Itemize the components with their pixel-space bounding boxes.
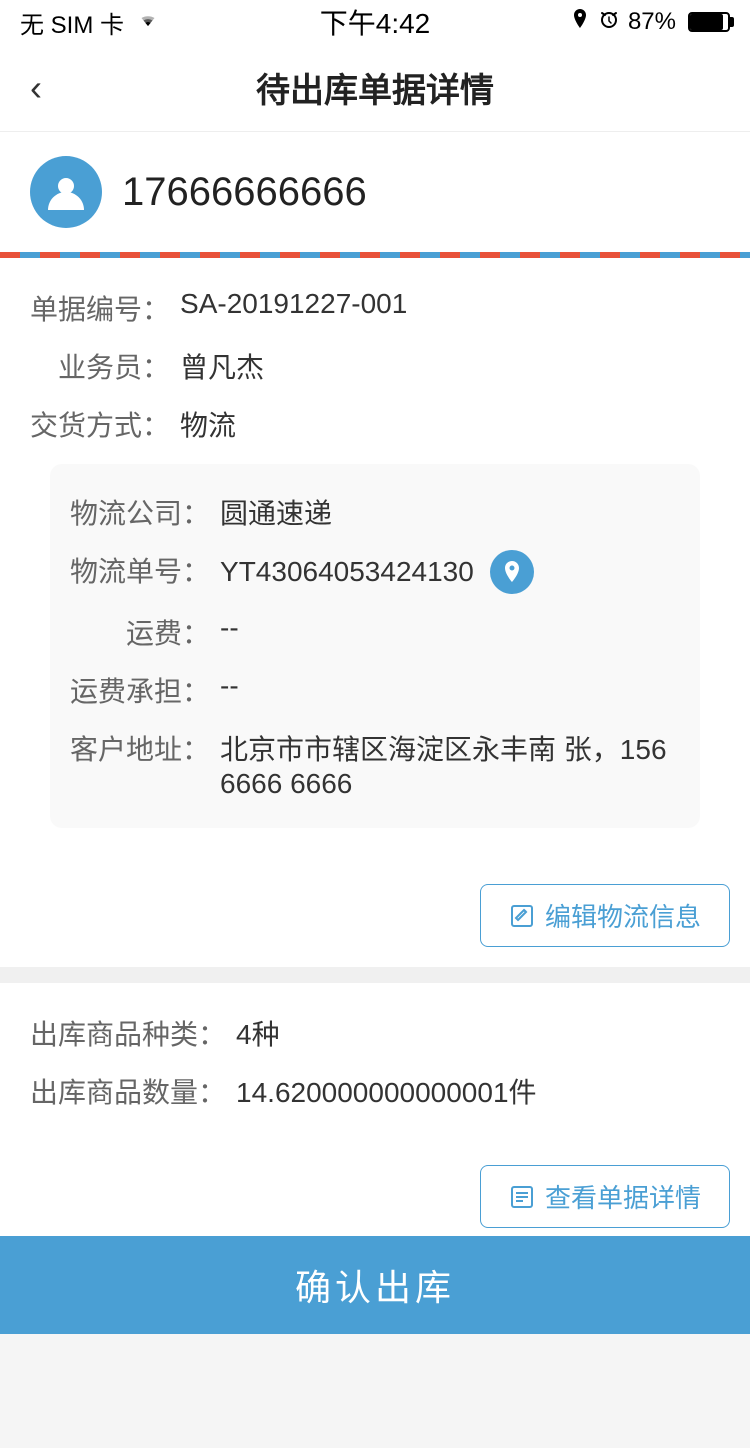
doc-number-row: 单据编号： SA-20191227-001 — [30, 288, 720, 328]
freight-value: -- — [220, 612, 680, 644]
goods-quantity-row: 出库商品数量： 14.620000000000001件 — [30, 1071, 720, 1111]
section-gap-1 — [0, 967, 750, 983]
logistics-number-row: 物流单号： YT43064053424130 — [70, 550, 680, 594]
address-label: 客户地址： — [70, 728, 210, 768]
address-row: 客户地址： 北京市市辖区海淀区永丰南 张，156 6666 6666 — [70, 728, 680, 800]
avatar — [30, 156, 102, 228]
logistics-company-label: 物流公司： — [70, 492, 210, 532]
delivery-row: 交货方式： 物流 — [30, 404, 720, 444]
track-location-icon[interactable] — [490, 550, 534, 594]
location-status-icon — [570, 8, 590, 37]
delivery-label: 交货方式： — [30, 404, 170, 444]
user-phone: 17666666666 — [122, 170, 367, 215]
confirm-button-label: 确认出库 — [295, 1259, 455, 1311]
battery-text: 87% — [628, 8, 676, 36]
nav-bar: ‹ 待出库单据详情 — [0, 44, 750, 132]
carrier-text: 无 SIM 卡 — [20, 5, 124, 40]
back-button[interactable]: ‹ — [30, 67, 42, 109]
logistics-number-container: YT43064053424130 — [210, 550, 534, 594]
doc-number-value: SA-20191227-001 — [180, 288, 720, 320]
document-info-section: 单据编号： SA-20191227-001 业务员： 曾凡杰 交货方式： 物流 … — [0, 258, 750, 868]
logistics-card: 物流公司： 圆通速递 物流单号： YT43064053424130 运费： --… — [50, 464, 700, 828]
goods-type-value: 4种 — [236, 1013, 720, 1053]
freight-bearer-row: 运费承担： -- — [70, 670, 680, 710]
salesman-row: 业务员： 曾凡杰 — [30, 346, 720, 386]
delivery-value: 物流 — [180, 404, 720, 444]
address-value: 北京市市辖区海淀区永丰南 张，156 6666 6666 — [220, 728, 680, 800]
view-detail-label: 查看单据详情 — [545, 1178, 701, 1215]
page-title: 待出库单据详情 — [256, 63, 494, 112]
edit-logistics-button[interactable]: 编辑物流信息 — [480, 884, 730, 947]
confirm-button-bar[interactable]: 确认出库 — [0, 1236, 750, 1334]
wifi-icon — [134, 8, 162, 37]
doc-number-label: 单据编号： — [30, 288, 170, 328]
logistics-number-label: 物流单号： — [70, 550, 210, 590]
freight-row: 运费： -- — [70, 612, 680, 652]
edit-button-row: 编辑物流信息 — [0, 868, 750, 967]
freight-label: 运费： — [70, 612, 210, 652]
status-bar: 无 SIM 卡 下午4:42 87% — [0, 0, 750, 44]
status-right: 87% — [570, 8, 730, 37]
status-time: 下午4:42 — [320, 2, 431, 42]
salesman-value: 曾凡杰 — [180, 346, 720, 386]
user-header: 17666666666 — [0, 132, 750, 252]
view-detail-button[interactable]: 查看单据详情 — [480, 1165, 730, 1228]
alarm-icon — [598, 8, 620, 37]
logistics-company-row: 物流公司： 圆通速递 — [70, 492, 680, 532]
goods-quantity-label: 出库商品数量： — [30, 1071, 226, 1111]
status-left: 无 SIM 卡 — [20, 5, 162, 40]
freight-bearer-label: 运费承担： — [70, 670, 210, 710]
goods-type-row: 出库商品种类： 4种 — [30, 1013, 720, 1053]
salesman-label: 业务员： — [30, 346, 170, 386]
logistics-company-value: 圆通速递 — [220, 492, 680, 532]
battery-icon — [688, 12, 730, 32]
edit-logistics-label: 编辑物流信息 — [545, 897, 701, 934]
detail-button-row: 查看单据详情 — [0, 1149, 750, 1248]
logistics-number-value: YT43064053424130 — [220, 556, 474, 588]
goods-type-label: 出库商品种类： — [30, 1013, 226, 1053]
goods-section: 出库商品种类： 4种 出库商品数量： 14.620000000000001件 — [0, 983, 750, 1149]
freight-bearer-value: -- — [220, 670, 680, 702]
goods-quantity-value: 14.620000000000001件 — [236, 1071, 720, 1111]
